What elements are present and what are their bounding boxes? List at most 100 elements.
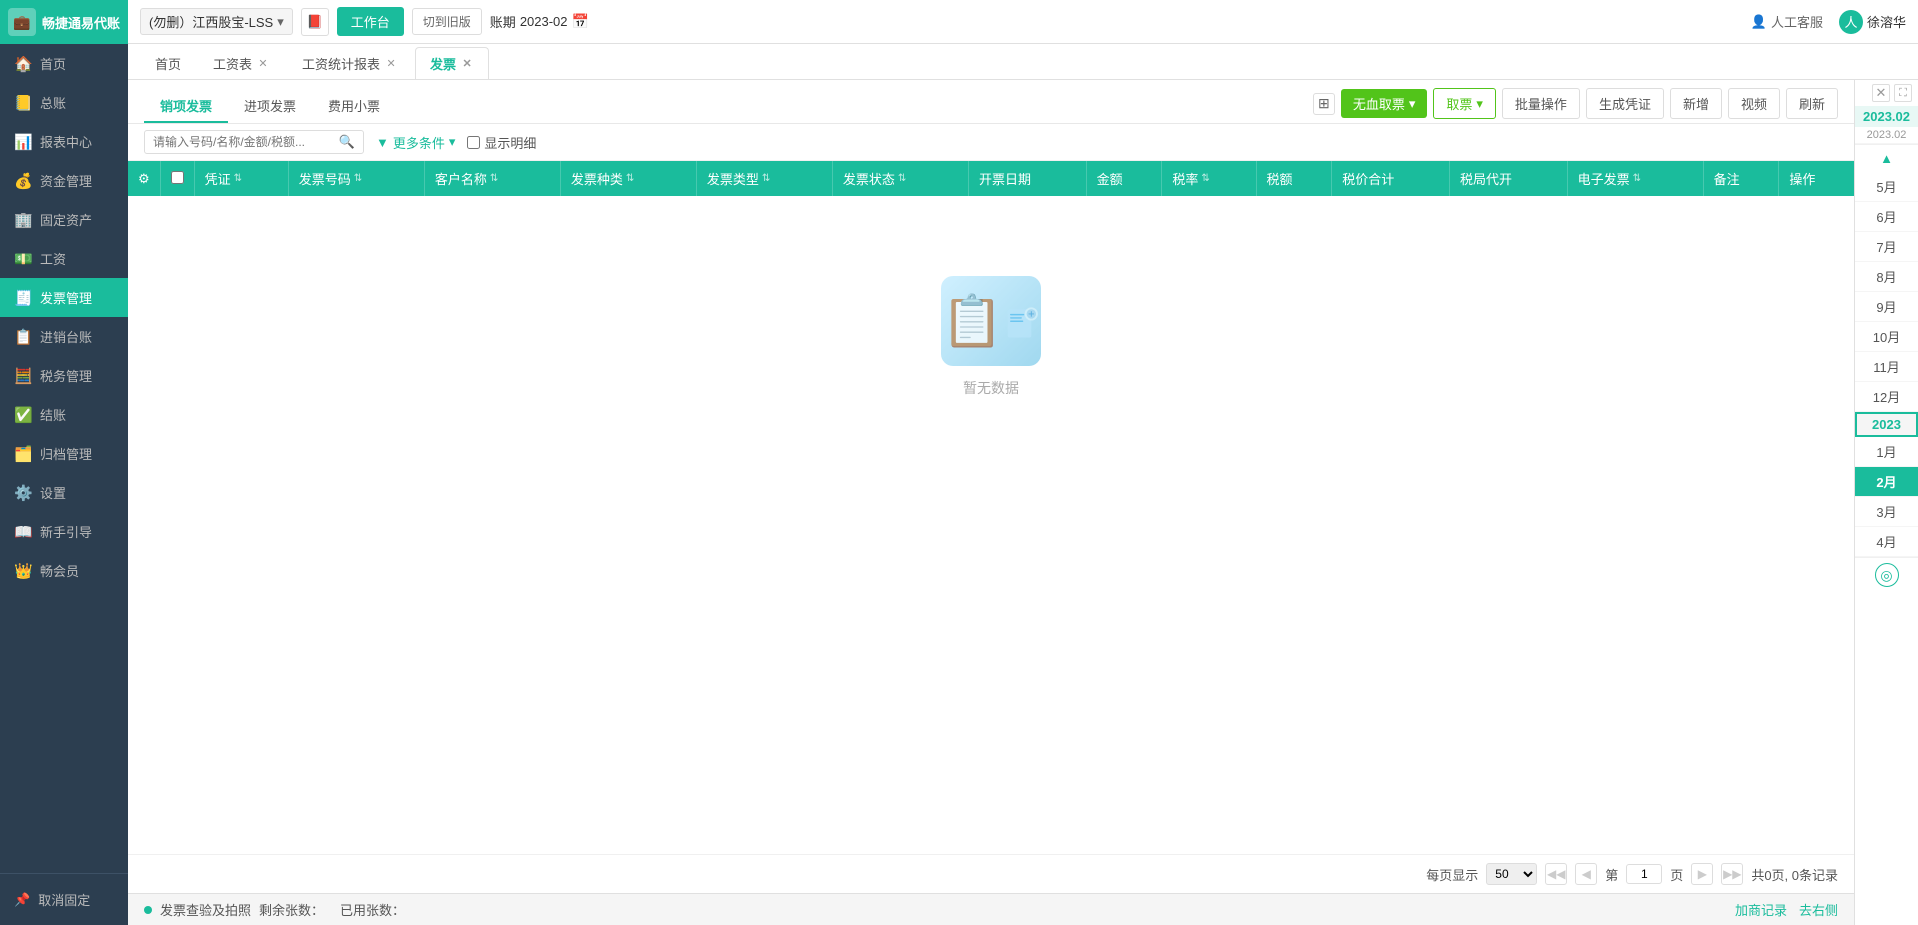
table-wrapper[interactable]: ⚙ 凭证 ⇅ [128, 161, 1854, 854]
show-detail-input[interactable] [467, 136, 480, 149]
no-ticket-button[interactable]: 无血取票 ▾ [1341, 89, 1428, 118]
grid-view-icon[interactable]: ⊞ [1313, 93, 1335, 115]
col-tax-rate[interactable]: 税率 ⇅ [1162, 161, 1256, 196]
report-icon: 📊 [14, 133, 32, 151]
date-month-10[interactable]: 10月 [1855, 322, 1918, 352]
main-content: (勿删）江西股宝-LSS ▾ 📕 工作台 切到旧版 账期 2023-02 📅 👤… [128, 0, 1918, 925]
date-month-2[interactable]: 2月 [1855, 467, 1918, 497]
more-conditions[interactable]: ▼ 更多条件 ▾ [376, 133, 455, 152]
bottom-bar-left: 发票查验及拍照 剩余张数： 已用张数： [144, 900, 413, 919]
col-settings[interactable]: ⚙ [128, 161, 160, 196]
last-page-button[interactable]: ▶▶ [1721, 863, 1743, 885]
sidebar-item-invoice[interactable]: 🧾 发票管理 [0, 278, 128, 317]
sidebar-item-tax[interactable]: 🧮 税务管理 [0, 356, 128, 395]
date-month-3[interactable]: 3月 [1855, 497, 1918, 527]
date-month-1[interactable]: 1月 [1855, 437, 1918, 467]
sidebar-item-asset[interactable]: 🏢 固定资产 [0, 200, 128, 239]
sidebar-item-ledger[interactable]: 📒 总账 [0, 83, 128, 122]
go-right-link[interactable]: 去右侧 [1799, 900, 1838, 919]
col-voucher[interactable]: 凭证 ⇅ [194, 161, 288, 196]
col-invoice-no[interactable]: 发票号码 ⇅ [288, 161, 424, 196]
date-month-8[interactable]: 8月 [1855, 262, 1918, 292]
new-button[interactable]: 新增 [1670, 88, 1722, 119]
invoice-table: ⚙ 凭证 ⇅ [128, 161, 1854, 196]
user-menu[interactable]: 人 徐溶华 [1839, 10, 1906, 34]
col-invoice-type[interactable]: 发票种类 ⇅ [560, 161, 696, 196]
select-all-checkbox[interactable] [171, 171, 184, 184]
col-tax-bureau-label: 税局代开 [1460, 172, 1512, 187]
sidebar-item-guide[interactable]: 📖 新手引导 [0, 512, 128, 551]
tab-home[interactable]: 首页 [140, 47, 196, 79]
date-panel-close-button[interactable]: ✕ [1872, 84, 1890, 102]
period-calendar-icon[interactable]: 📅 [572, 13, 589, 30]
refresh-label: 刷新 [1799, 94, 1825, 113]
unpin-button[interactable]: 📌 取消固定 [0, 882, 128, 917]
date-month-12[interactable]: 12月 [1855, 382, 1918, 412]
date-nav-up[interactable]: ▲ [1855, 144, 1918, 172]
sidebar-item-salary[interactable]: 💵 工资 [0, 239, 128, 278]
ticket-button[interactable]: 取票 ▾ [1433, 88, 1496, 119]
sidebar-item-sales[interactable]: 📋 进销台账 [0, 317, 128, 356]
sidebar-item-home[interactable]: 🏠 首页 [0, 44, 128, 83]
search-input[interactable] [153, 135, 335, 149]
sub-tab-purchase-invoice[interactable]: 进项发票 [228, 90, 312, 123]
join-record-link[interactable]: 加商记录 [1735, 900, 1787, 919]
date-month-7[interactable]: 7月 [1855, 232, 1918, 262]
prev-page-button[interactable]: ◀ [1575, 863, 1597, 885]
book-icon: 📕 [307, 14, 323, 30]
col-invoice-cat[interactable]: 发票类型 ⇅ [696, 161, 832, 196]
batch-ops-button[interactable]: 批量操作 [1502, 88, 1580, 119]
video-button[interactable]: 视频 [1728, 88, 1780, 119]
date-item-prev: 2023.02 [1855, 127, 1918, 144]
sub-tabbar: 销项发票 进项发票 费用小票 ⊞ 无血取票 ▾ 取票 ▾ [128, 80, 1854, 124]
per-page-select[interactable]: 50 20 100 [1486, 863, 1537, 885]
tab-salary-table[interactable]: 工资表 ✕ [198, 47, 285, 79]
sidebar-item-fund[interactable]: 💰 资金管理 [0, 161, 128, 200]
sidebar-item-archive[interactable]: 🗂️ 归档管理 [0, 434, 128, 473]
col-remark-label: 备注 [1714, 172, 1740, 187]
sub-tab-purchase-label: 进项发票 [244, 99, 296, 114]
tab-salary-close[interactable]: ✕ [256, 57, 270, 71]
page-input[interactable] [1626, 864, 1662, 884]
tab-salary-stats[interactable]: 工资统计报表 ✕ [287, 47, 413, 79]
sub-tab-expense-receipt[interactable]: 费用小票 [312, 90, 396, 123]
sidebar-item-settings[interactable]: ⚙️ 设置 [0, 473, 128, 512]
tab-invoice-label: 发票 [430, 54, 456, 73]
tab-salary-stats-close[interactable]: ✕ [384, 57, 398, 71]
date-month-11[interactable]: 11月 [1855, 352, 1918, 382]
sidebar-item-report[interactable]: 📊 报表中心 [0, 122, 128, 161]
switch-button[interactable]: 切到旧版 [412, 8, 482, 35]
company-selector[interactable]: (勿删）江西股宝-LSS ▾ [140, 8, 293, 35]
gen-voucher-button[interactable]: 生成凭证 [1586, 88, 1664, 119]
sidebar-item-settle[interactable]: ✅ 结账 [0, 395, 128, 434]
date-month-9[interactable]: 9月 [1855, 292, 1918, 322]
tab-invoice-close[interactable]: ✕ [460, 57, 474, 71]
first-page-button[interactable]: ◀◀ [1545, 863, 1567, 885]
date-month-6[interactable]: 6月 [1855, 202, 1918, 232]
sub-tab-sales-invoice[interactable]: 销项发票 [144, 90, 228, 123]
workbench-button[interactable]: 工作台 [337, 7, 404, 36]
refresh-button[interactable]: 刷新 [1786, 88, 1838, 119]
show-detail-checkbox[interactable]: 显示明细 [467, 133, 536, 152]
date-month-4[interactable]: 4月 [1855, 527, 1918, 557]
date-panel-expand-button[interactable]: ⛶ [1894, 84, 1912, 102]
date-panel-header: ✕ ⛶ 2023.02 2023.02 [1855, 80, 1918, 144]
period-display: 账期 2023-02 📅 [490, 12, 589, 31]
col-electronic[interactable]: 电子发票 ⇅ [1567, 161, 1703, 196]
empty-text: 暂无数据 [963, 378, 1019, 398]
search-icon[interactable]: 🔍 [339, 134, 355, 150]
col-customer[interactable]: 客户名称 ⇅ [424, 161, 560, 196]
check-dot [144, 906, 152, 914]
date-month-5[interactable]: 5月 [1855, 172, 1918, 202]
tab-invoice[interactable]: 发票 ✕ [415, 47, 489, 79]
customer-service[interactable]: 👤 人工客服 [1751, 12, 1823, 31]
col-checkbox[interactable] [160, 161, 194, 196]
sidebar-item-member[interactable]: 👑 畅会员 [0, 551, 128, 590]
col-tax-rate-label: 税率 [1172, 169, 1198, 188]
next-page-button[interactable]: ▶ [1691, 863, 1713, 885]
date-circle-button[interactable]: ◎ [1855, 557, 1918, 592]
col-invoice-status[interactable]: 发票状态 ⇅ [832, 161, 968, 196]
bottom-bar: 发票查验及拍照 剩余张数： 已用张数： 加商记录 去右侧 [128, 893, 1854, 925]
sort-tax-rate-icon: ⇅ [1201, 173, 1209, 184]
book-icon-button[interactable]: 📕 [301, 8, 329, 36]
